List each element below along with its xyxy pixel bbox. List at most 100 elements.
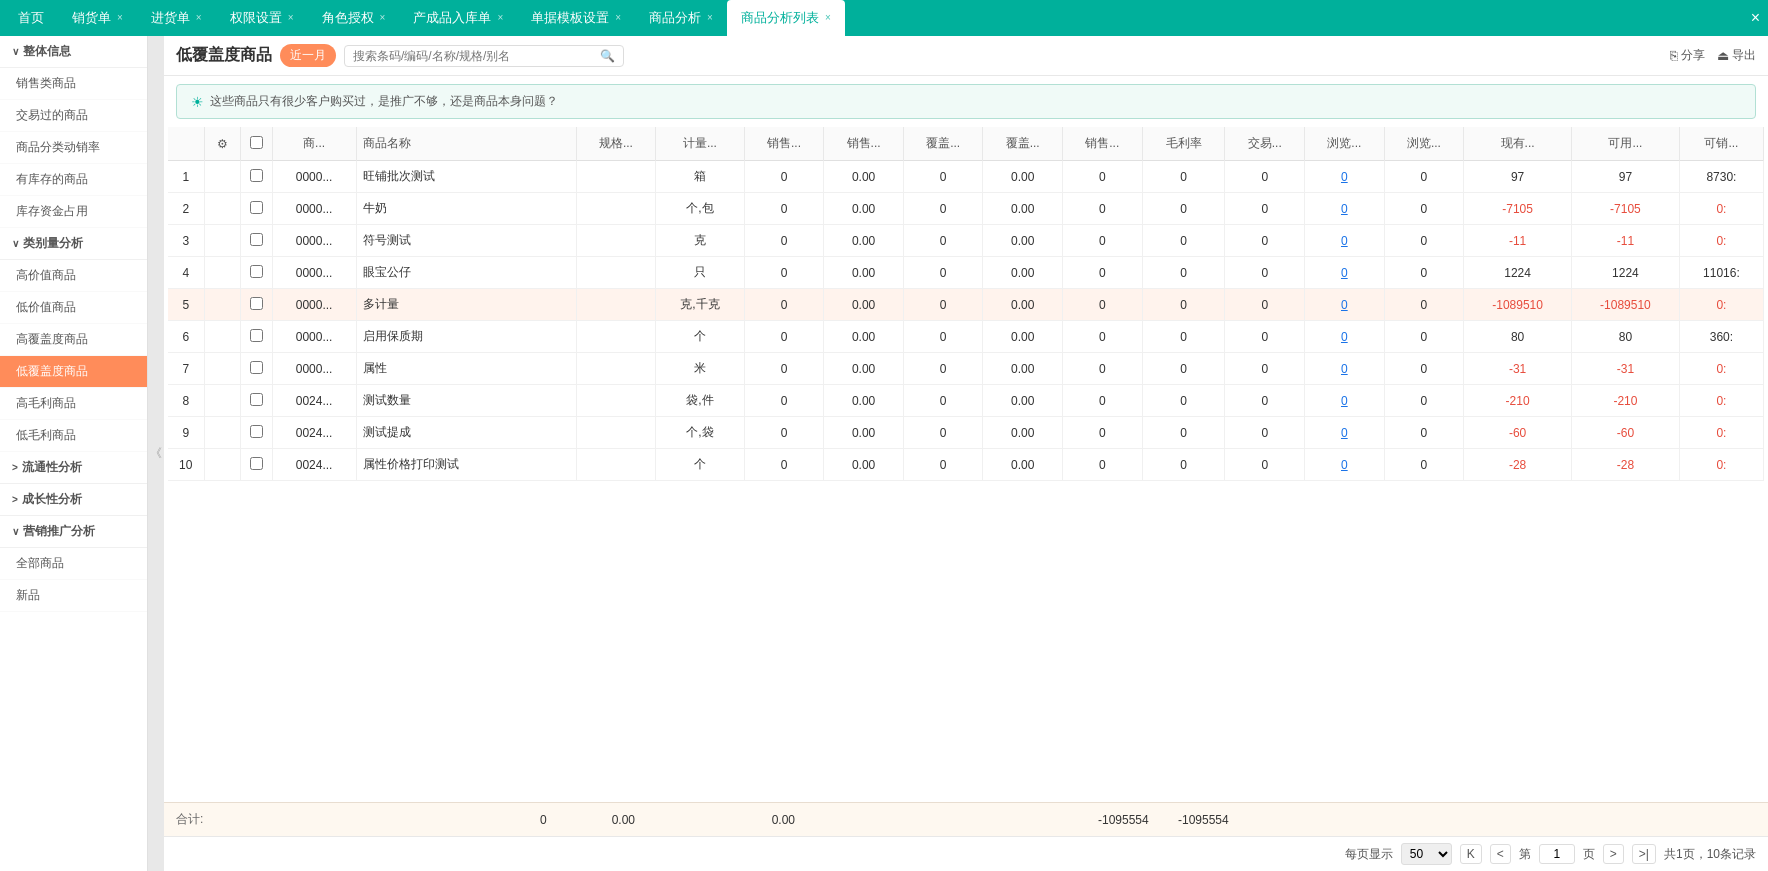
row-checkbox[interactable] — [250, 425, 263, 438]
sidebar-item-高覆盖度商品[interactable]: 高覆盖度商品 — [0, 324, 147, 356]
first-page-button[interactable]: K — [1460, 844, 1482, 864]
row-current-stock: 97 — [1464, 161, 1572, 193]
row-checkbox[interactable] — [250, 265, 263, 278]
row-browse1[interactable]: 0 — [1305, 289, 1385, 321]
row-checkbox[interactable] — [250, 233, 263, 246]
nav-tab-close-权限设置[interactable]: × — [288, 0, 294, 36]
row-browse1[interactable]: 0 — [1305, 257, 1385, 289]
row-browse1[interactable]: 0 — [1305, 353, 1385, 385]
sidebar-item-低毛利商品[interactable]: 低毛利商品 — [0, 420, 147, 452]
sidebar-item-高毛利商品[interactable]: 高毛利商品 — [0, 388, 147, 420]
row-checkbox[interactable] — [250, 393, 263, 406]
sidebar-item-交易过的商品[interactable]: 交易过的商品 — [0, 100, 147, 132]
row-sales-count: 0 — [1063, 353, 1143, 385]
row-checkbox[interactable] — [250, 361, 263, 374]
row-browse1[interactable]: 0 — [1305, 225, 1385, 257]
select-all-checkbox[interactable] — [250, 136, 263, 149]
nav-tab-close-进货单[interactable]: × — [196, 0, 202, 36]
row-browse1[interactable]: 0 — [1305, 321, 1385, 353]
row-settings — [204, 417, 240, 449]
nav-tab-close-销货单[interactable]: × — [117, 0, 123, 36]
filter-period-button[interactable]: 近一月 — [280, 44, 336, 67]
row-checkbox[interactable] — [250, 297, 263, 310]
footer-spacer3 — [823, 813, 1083, 827]
sidebar-section-流通性分析[interactable]: >流通性分析 — [0, 452, 147, 484]
row-checkbox[interactable] — [250, 457, 263, 470]
col-header-coverage1[interactable]: 覆盖... — [903, 127, 983, 161]
nav-tab-close-商品分析[interactable]: × — [707, 0, 713, 36]
sidebar-item-新品[interactable]: 新品 — [0, 580, 147, 612]
nav-tab-close-单据模板设置[interactable]: × — [615, 0, 621, 36]
row-current-stock: 1224 — [1464, 257, 1572, 289]
nav-tab-单据模板设置[interactable]: 单据模板设置 × — [517, 0, 635, 36]
sidebar-item-高价值商品[interactable]: 高价值商品 — [0, 260, 147, 292]
row-browse1[interactable]: 0 — [1305, 193, 1385, 225]
sidebar-section-整体信息[interactable]: ∨整体信息 — [0, 36, 147, 68]
row-gross-margin: 0 — [1142, 417, 1225, 449]
row-checkbox[interactable] — [250, 201, 263, 214]
col-header-settings[interactable]: ⚙ — [204, 127, 240, 161]
footer-sales-amt: 0.00 — [583, 813, 663, 827]
nav-tab-权限设置[interactable]: 权限设置 × — [216, 0, 308, 36]
col-header-sales_qty[interactable]: 销售... — [744, 127, 824, 161]
row-checkbox[interactable] — [250, 329, 263, 342]
share-button[interactable]: ⎘ 分享 — [1670, 47, 1705, 64]
nav-tab-产成品入库单[interactable]: 产成品入库单 × — [399, 0, 517, 36]
nav-tab-close-商品分析列表[interactable]: × — [825, 0, 831, 36]
next-page-button[interactable]: > — [1603, 844, 1624, 864]
col-header-gross_margin[interactable]: 毛利率 — [1142, 127, 1225, 161]
sidebar-item-有库存的商品[interactable]: 有库存的商品 — [0, 164, 147, 196]
search-input[interactable] — [353, 49, 600, 63]
col-header-browse1[interactable]: 浏览... — [1305, 127, 1385, 161]
row-browse2: 0 — [1384, 161, 1464, 193]
col-header-saleable[interactable]: 可销... — [1679, 127, 1763, 161]
sidebar-item-销售类商品[interactable]: 销售类商品 — [0, 68, 147, 100]
sidebar-collapse-button[interactable]: 《 — [148, 36, 164, 871]
per-page-select[interactable]: 50 100 200 — [1401, 843, 1452, 865]
row-coverage2: 0.00 — [983, 353, 1063, 385]
sidebar-item-全部商品[interactable]: 全部商品 — [0, 548, 147, 580]
nav-tab-首页[interactable]: 首页 — [4, 0, 58, 36]
col-header-sales_count[interactable]: 销售... — [1063, 127, 1143, 161]
col-header-sales_amt[interactable]: 销售... — [824, 127, 904, 161]
col-header-coverage2[interactable]: 覆盖... — [983, 127, 1063, 161]
row-browse1[interactable]: 0 — [1305, 449, 1385, 481]
col-header-browse2[interactable]: 浏览... — [1384, 127, 1464, 161]
nav-tab-销货单[interactable]: 销货单 × — [58, 0, 137, 36]
row-name: 测试提成 — [356, 417, 576, 449]
nav-tab-进货单[interactable]: 进货单 × — [137, 0, 216, 36]
prev-page-button[interactable]: < — [1490, 844, 1511, 864]
search-icon[interactable]: 🔍 — [600, 49, 615, 63]
sidebar-section-成长性分析[interactable]: >成长性分析 — [0, 484, 147, 516]
col-header-code[interactable]: 商... — [272, 127, 356, 161]
row-checkbox[interactable] — [250, 169, 263, 182]
sidebar-section-类别量分析[interactable]: ∨类别量分析 — [0, 228, 147, 260]
sidebar-item-库存资金占用[interactable]: 库存资金占用 — [0, 196, 147, 228]
row-sales-amt: 0.00 — [824, 193, 904, 225]
nav-tab-商品分析列表[interactable]: 商品分析列表 × — [727, 0, 845, 36]
window-close-button[interactable]: × — [1751, 9, 1760, 27]
nav-tab-商品分析[interactable]: 商品分析 × — [635, 0, 727, 36]
export-button[interactable]: ⏏ 导出 — [1717, 47, 1756, 64]
row-browse1[interactable]: 0 — [1305, 417, 1385, 449]
row-browse1[interactable]: 0 — [1305, 385, 1385, 417]
sidebar-item-低价值商品[interactable]: 低价值商品 — [0, 292, 147, 324]
col-header-unit[interactable]: 计量... — [656, 127, 745, 161]
nav-tab-角色授权[interactable]: 角色授权 × — [308, 0, 400, 36]
sidebar-item-商品分类动销率[interactable]: 商品分类动销率 — [0, 132, 147, 164]
col-header-checkbox[interactable] — [240, 127, 272, 161]
row-transaction: 0 — [1225, 417, 1305, 449]
col-header-current_stock[interactable]: 现有... — [1464, 127, 1572, 161]
sidebar-item-低覆盖度商品[interactable]: 低覆盖度商品 — [0, 356, 147, 388]
last-page-button[interactable]: >| — [1632, 844, 1656, 864]
col-header-transaction[interactable]: 交易... — [1225, 127, 1305, 161]
sidebar-section-营销推广分析[interactable]: ∨营销推广分析 — [0, 516, 147, 548]
col-header-available_stock[interactable]: 可用... — [1572, 127, 1680, 161]
page-number-input[interactable] — [1539, 844, 1575, 864]
col-header-spec[interactable]: 规格... — [576, 127, 656, 161]
col-header-name[interactable]: 商品名称 — [356, 127, 576, 161]
nav-tab-close-角色授权[interactable]: × — [380, 0, 386, 36]
row-browse1[interactable]: 0 — [1305, 161, 1385, 193]
footer-available-stock: -1095554 — [1163, 813, 1243, 827]
nav-tab-close-产成品入库单[interactable]: × — [497, 0, 503, 36]
